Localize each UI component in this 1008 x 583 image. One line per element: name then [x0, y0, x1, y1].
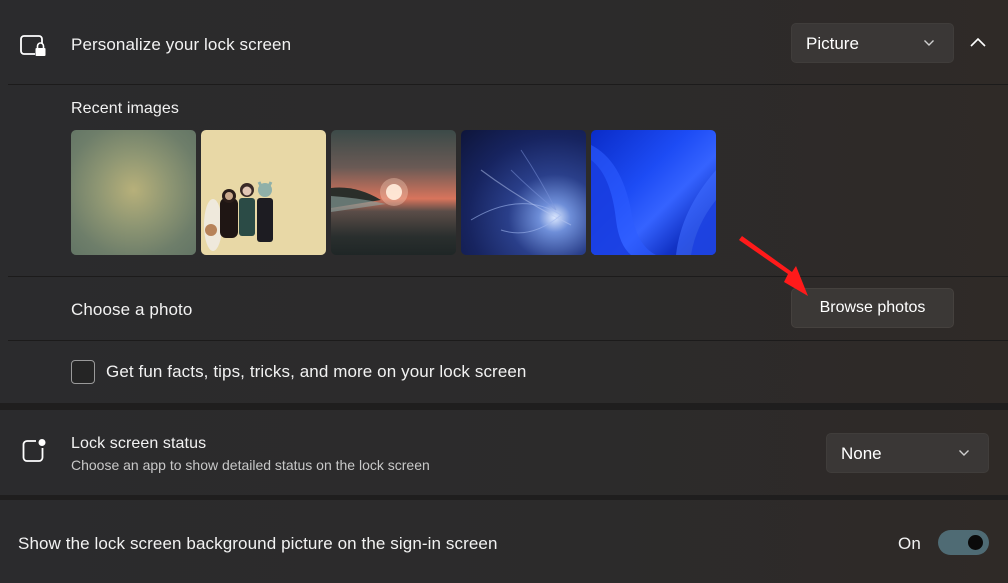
- recent-image-1[interactable]: [71, 130, 196, 255]
- recent-images-label: Recent images: [71, 100, 180, 117]
- fun-facts-label: Get fun facts, tips, tricks, and more on…: [106, 362, 527, 381]
- pixel-characters-illustration: [204, 181, 273, 251]
- browse-photos-button[interactable]: Browse photos: [791, 288, 954, 328]
- annotation-arrow-icon: [739, 236, 808, 296]
- chevron-up-icon[interactable]: [969, 37, 987, 48]
- lock-screen-status-subtitle: Choose an app to show detailed status on…: [71, 457, 430, 473]
- abstract-light-illustration: [470, 149, 572, 234]
- lock-screen-icon: [20, 35, 46, 56]
- lock-screen-status-card: Lock screen status Choose an app to show…: [0, 410, 1008, 495]
- personalize-lock-screen-card: Personalize your lock screen Picture Rec…: [0, 0, 1008, 403]
- bloom-illustration: [591, 145, 716, 255]
- recent-image-2[interactable]: [201, 130, 326, 255]
- fun-facts-checkbox[interactable]: [71, 360, 95, 384]
- chevron-down-icon: [924, 40, 934, 46]
- sunset-illustration: [331, 178, 408, 212]
- dropdown-selected-value: None: [841, 444, 882, 463]
- recent-image-4[interactable]: [461, 130, 586, 255]
- toggle-state-label: On: [898, 534, 921, 553]
- lock-screen-mode-dropdown[interactable]: Picture: [791, 23, 954, 63]
- toggle-knob: [968, 535, 983, 550]
- divider: [8, 340, 1008, 341]
- personalize-title: Personalize your lock screen: [71, 35, 292, 54]
- dropdown-selected-value: Picture: [806, 34, 859, 53]
- sign-in-background-label: Show the lock screen background picture …: [18, 534, 498, 553]
- sign-in-background-toggle[interactable]: [938, 530, 989, 555]
- status-badge-icon: [22, 439, 46, 462]
- recent-image-5[interactable]: [591, 130, 716, 255]
- recent-image-3[interactable]: [331, 130, 456, 255]
- choose-photo-label: Choose a photo: [71, 300, 193, 319]
- divider: [8, 276, 1008, 277]
- chevron-down-icon: [959, 450, 969, 456]
- lock-screen-status-dropdown[interactable]: None: [826, 433, 989, 473]
- sign-in-background-card: Show the lock screen background picture …: [0, 500, 1008, 583]
- divider: [8, 84, 1008, 85]
- lock-screen-status-title: Lock screen status: [71, 435, 207, 452]
